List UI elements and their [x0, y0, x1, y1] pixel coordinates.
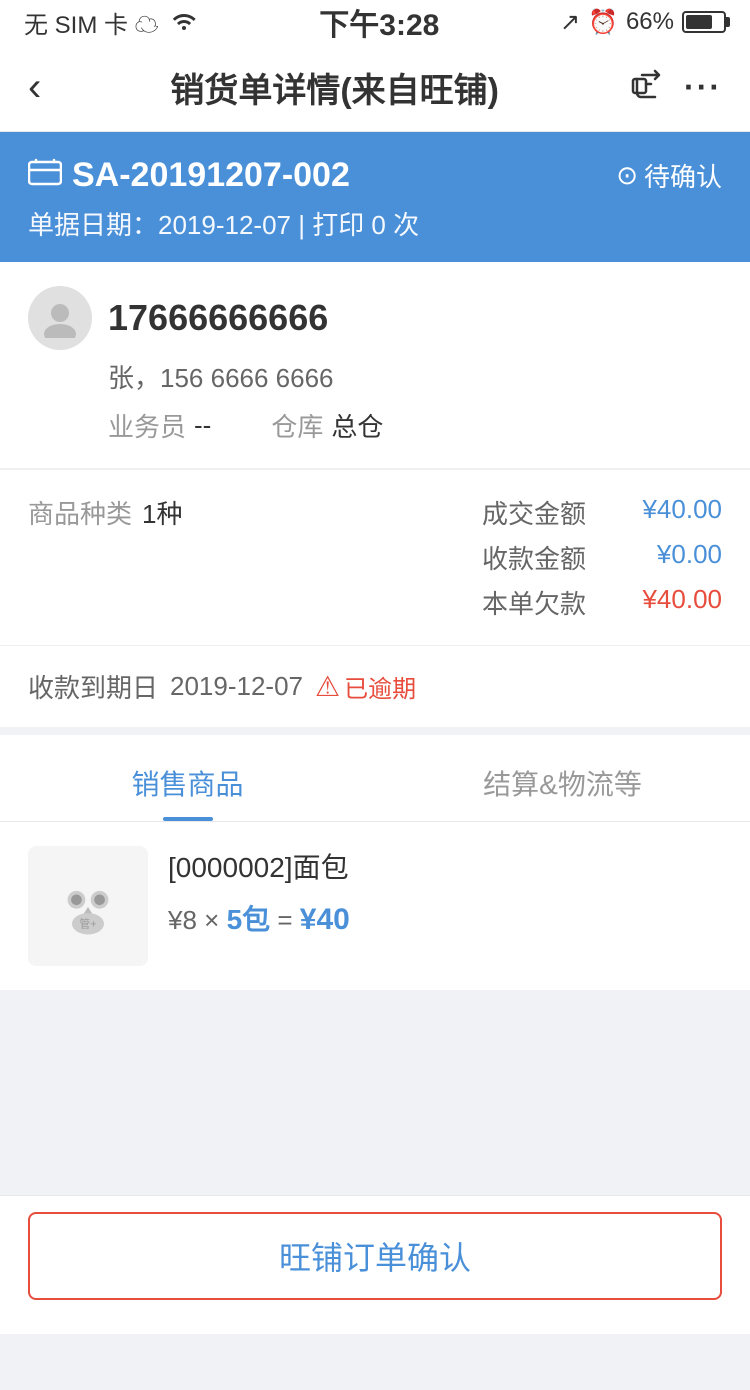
pay-label: 收款金额: [482, 539, 586, 576]
battery-percent: 66%: [626, 8, 674, 36]
share-icon[interactable]: [628, 66, 664, 109]
due-label: 收款到期日: [28, 668, 158, 705]
tab-sales-products[interactable]: 销售商品: [0, 735, 375, 821]
debt-value: ¥40.00: [642, 584, 722, 621]
price-formula: ¥8 ×: [168, 905, 227, 935]
due-date-section: 收款到期日 2019-12-07 ⚠ 已逾期: [0, 646, 750, 735]
amount-value: ¥40.00: [642, 494, 722, 531]
clock-icon: ⊙: [616, 160, 638, 191]
overdue-badge: ⚠ 已逾期: [315, 669, 416, 704]
total-price: ¥40: [300, 903, 350, 936]
order-status: ⊙ 待确认: [616, 157, 722, 194]
back-button[interactable]: ‹: [28, 65, 41, 110]
status-time: 下午3:28: [319, 0, 439, 44]
sim-status: 无 SIM 卡 ☁: [24, 5, 159, 40]
customer-meta: 业务员 -- 仓库 总仓: [108, 407, 722, 444]
order-id: SA-20191207-002: [28, 156, 350, 195]
location-icon: ↗: [560, 8, 580, 37]
confirm-order-button[interactable]: 旺铺订单确认: [28, 1212, 722, 1300]
status-bar: 无 SIM 卡 ☁ 下午3:28 ↗ ⏰ 66%: [0, 0, 750, 44]
equals: =: [270, 905, 300, 935]
tab-settlement[interactable]: 结算&物流等: [375, 735, 750, 821]
battery-icon: [682, 11, 726, 33]
pay-value: ¥0.00: [657, 539, 722, 576]
bottom-area: 旺铺订单确认: [0, 1195, 750, 1334]
overdue-text: 已逾期: [344, 669, 416, 704]
debt-label: 本单欠款: [482, 584, 586, 621]
tabs-section: 销售商品 结算&物流等: [0, 735, 750, 822]
order-header: SA-20191207-002 ⊙ 待确认 单据日期：2019-12-07 | …: [0, 132, 750, 262]
overdue-icon: ⚠: [315, 670, 340, 703]
svg-text:管+: 管+: [80, 917, 97, 930]
amount-label: 成交金额: [482, 494, 586, 531]
order-date: 单据日期：2019-12-07 | 打印 0 次: [28, 205, 722, 242]
customer-name: 张，156 6666 6666: [108, 358, 722, 395]
wifi-icon: [169, 8, 199, 37]
product-info: [0000002]面包 ¥8 × 5包 = ¥40: [168, 846, 722, 938]
order-icon: [28, 156, 62, 195]
page-title: 销货单详情(来自旺铺): [41, 63, 628, 112]
alarm-icon: ⏰: [588, 8, 618, 37]
sales-label: 业务员: [108, 407, 186, 444]
due-date: 2019-12-07: [170, 671, 303, 702]
product-name: [0000002]面包: [168, 846, 722, 886]
status-right: ↗ ⏰ 66%: [560, 8, 726, 37]
nav-bar: ‹ 销货单详情(来自旺铺) ···: [0, 44, 750, 132]
summary-section: 商品种类 1种 成交金额 ¥40.00 收款金额 ¥0.00 本单欠款 ¥40.…: [0, 470, 750, 646]
customer-section: 17666666666 张，156 6666 6666 业务员 -- 仓库 总仓: [0, 262, 750, 469]
product-price: ¥8 × 5包 = ¥40: [168, 898, 722, 938]
quantity: 5包: [227, 904, 271, 935]
product-section: 管+ [0000002]面包 ¥8 × 5包 = ¥40: [0, 822, 750, 990]
sales-value: --: [194, 410, 211, 441]
avatar: [28, 286, 92, 350]
warehouse-value: 总仓: [331, 407, 383, 444]
product-thumbnail: 管+: [28, 846, 148, 966]
customer-phone: 17666666666: [108, 297, 328, 339]
type-label: 商品种类: [28, 494, 132, 531]
warehouse-label: 仓库: [271, 407, 323, 444]
type-value: 1种: [142, 494, 182, 531]
more-icon[interactable]: ···: [684, 69, 722, 106]
nav-actions: ···: [628, 66, 722, 109]
status-left: 无 SIM 卡 ☁: [24, 5, 199, 40]
